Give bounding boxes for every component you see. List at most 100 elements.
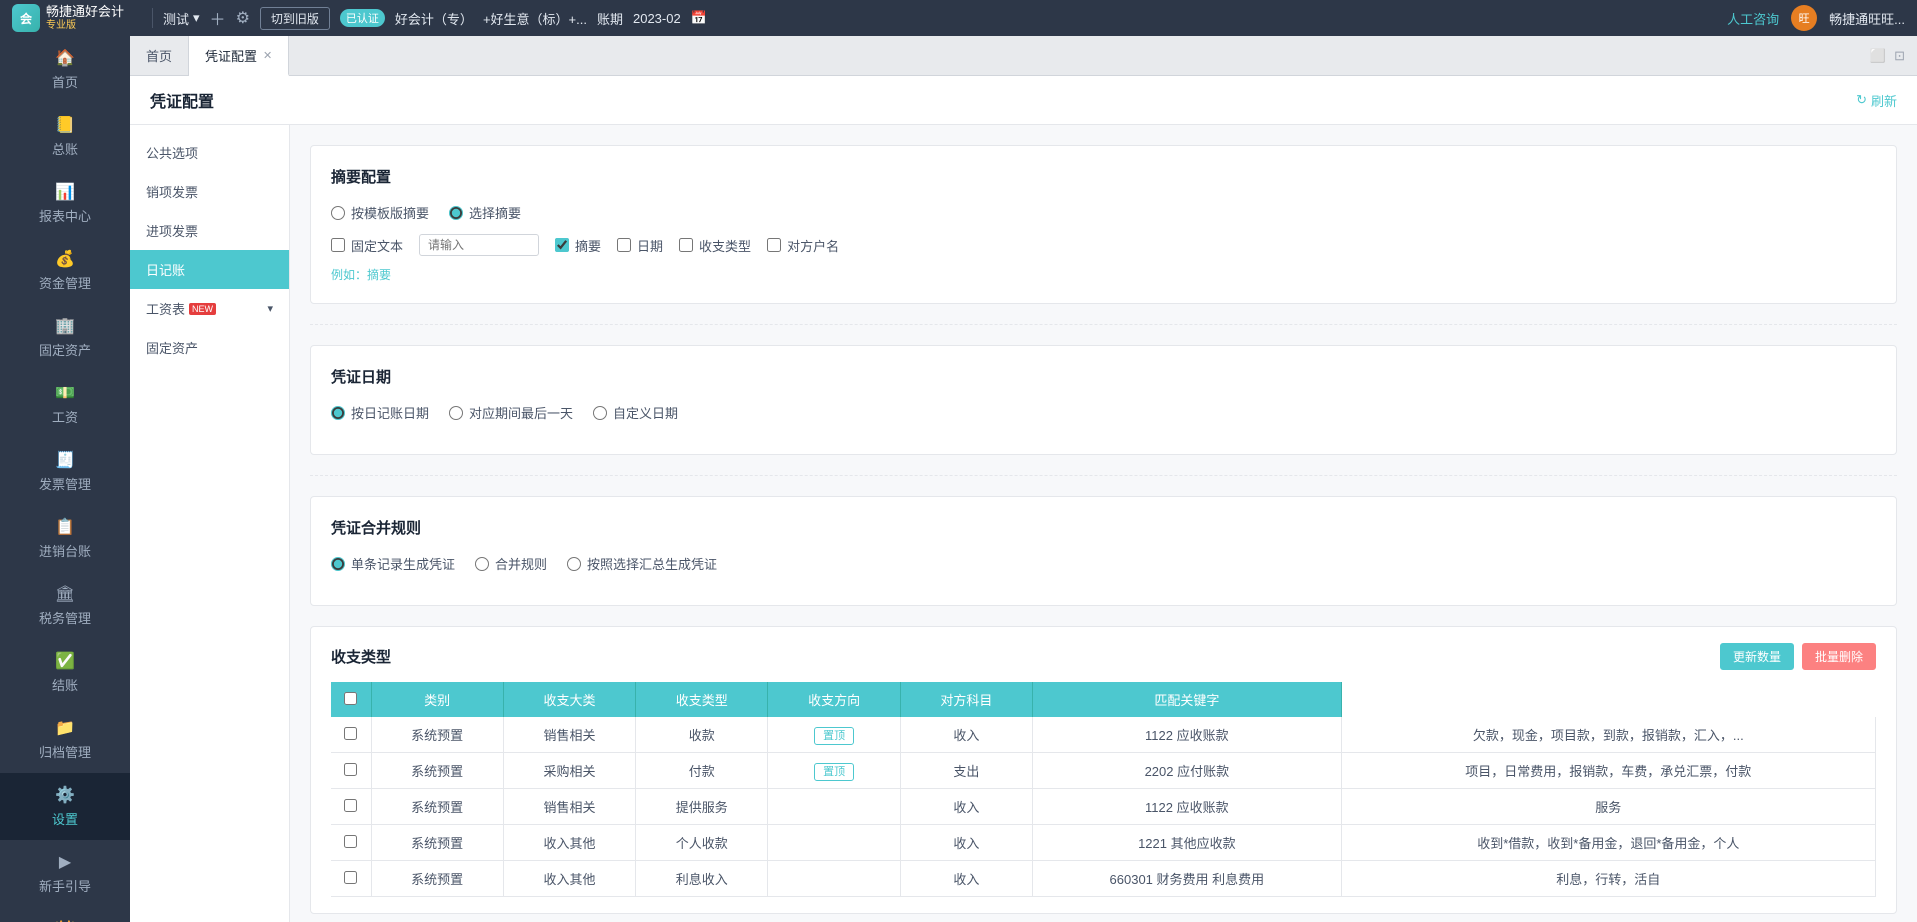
- fixed-text-input[interactable]: [419, 234, 539, 256]
- summary-generate-radio[interactable]: [567, 557, 581, 571]
- row-tag[interactable]: [768, 825, 900, 861]
- row-checkbox[interactable]: [331, 861, 371, 897]
- single-record-radio[interactable]: [331, 557, 345, 571]
- sidebar-item-funds[interactable]: 💰 资金管理: [0, 237, 130, 304]
- custom-date-option[interactable]: 自定义日期: [593, 403, 678, 422]
- table-row: 系统预置 收入其他 利息收入 收入 660301 财务费用 利息费用 利息，行转…: [331, 861, 1876, 897]
- select-all-checkbox[interactable]: [344, 692, 357, 705]
- period-value: 2023-02: [633, 11, 681, 26]
- add-icon[interactable]: ＋: [210, 6, 226, 30]
- sidebar-item-home[interactable]: 🏠 首页: [0, 36, 130, 103]
- counterparty-checkbox[interactable]: 对方户名: [767, 236, 839, 255]
- expense-type-checkbox[interactable]: 收支类型: [679, 236, 751, 255]
- row-keywords: 项目，日常费用，报销款，车费，承兑汇票，付款: [1341, 753, 1875, 789]
- table-row: 系统预置 销售相关 收款 置顶 收入 1122 应收账款 欠款，现金，项目款，到…: [331, 717, 1876, 753]
- sidebar-item-ledger[interactable]: 📒 总账: [0, 103, 130, 170]
- tab-close-icon[interactable]: ✕: [263, 49, 272, 62]
- user-name: 畅捷通旺旺...: [1829, 9, 1905, 28]
- sidebar-item-invoices[interactable]: 🧾 发票管理: [0, 438, 130, 505]
- switch-btn[interactable]: 切到旧版: [260, 7, 330, 30]
- counterparty-check[interactable]: [767, 238, 781, 252]
- tab-voucher-config[interactable]: 凭证配置 ✕: [189, 36, 289, 76]
- left-nav-fixed-assets[interactable]: 固定资产: [130, 328, 289, 367]
- row-type: 利息收入: [636, 861, 768, 897]
- th-category: 类别: [371, 682, 503, 717]
- sidebar-item-settings[interactable]: ⚙️ 设置: [0, 773, 130, 840]
- template-summary-option[interactable]: 按模板版摘要: [331, 203, 429, 222]
- select-summary-option[interactable]: 选择摘要: [449, 203, 521, 222]
- th-checkbox[interactable]: [331, 682, 371, 717]
- consult-label[interactable]: 人工咨询: [1727, 9, 1779, 28]
- voucher-date-title: 凭证日期: [331, 366, 1876, 387]
- salary-icon: 💵: [55, 383, 75, 403]
- date-check[interactable]: [617, 238, 631, 252]
- refresh-button[interactable]: ↻ 刷新: [1856, 91, 1897, 110]
- row-account: 1221 其他应收款: [1033, 825, 1342, 861]
- expense-type-check[interactable]: [679, 238, 693, 252]
- diary-date-radio[interactable]: [331, 406, 345, 420]
- sidebar-item-reports[interactable]: 📊 报表中心: [0, 170, 130, 237]
- row-big-type: 销售相关: [503, 717, 635, 753]
- fixed-text-checkbox[interactable]: 固定文本: [331, 236, 403, 255]
- summary-checkbox[interactable]: 摘要: [555, 236, 601, 255]
- settings-icon[interactable]: ⚙: [236, 8, 250, 28]
- merge-rules-section: 凭证合并规则 单条记录生成凭证 合并规则 按照选择汇总生成凭证: [310, 496, 1897, 606]
- row-checkbox[interactable]: [331, 753, 371, 789]
- tag-button[interactable]: 置顶: [814, 727, 854, 745]
- custom-date-radio[interactable]: [593, 406, 607, 420]
- income-expense-section: 收支类型 更新数量 批量删除 类别 收支大类 收支类型: [310, 626, 1897, 914]
- row-checkbox[interactable]: [331, 789, 371, 825]
- summary-check[interactable]: [555, 238, 569, 252]
- sidebar-item-salary[interactable]: 💵 工资: [0, 371, 130, 438]
- sidebar-item-close[interactable]: ✅ 结账: [0, 639, 130, 706]
- row-tag[interactable]: 置顶: [768, 753, 900, 789]
- row-keywords: 服务: [1341, 789, 1875, 825]
- row-tag[interactable]: [768, 789, 900, 825]
- merge-rules-title: 凭证合并规则: [331, 517, 1876, 538]
- chevron-down-icon: ▾: [267, 302, 273, 315]
- last-day-option[interactable]: 对应期间最后一天: [449, 403, 573, 422]
- select-summary-radio[interactable]: [449, 206, 463, 220]
- brand: 会 畅捷通好会计 专业版: [12, 4, 142, 32]
- row-big-type: 收入其他: [503, 861, 635, 897]
- row-keywords: 收到*借款，收到*备用金，退回*备用金，个人: [1341, 825, 1875, 861]
- fixed-text-check[interactable]: [331, 238, 345, 252]
- summary-generate-option[interactable]: 按照选择汇总生成凭证: [567, 554, 717, 573]
- left-nav-sales-invoice[interactable]: 销项发票: [130, 172, 289, 211]
- voucher-date-radio-group: 按日记账日期 对应期间最后一天 自定义日期: [331, 403, 1876, 422]
- row-tag[interactable]: [768, 861, 900, 897]
- close-books-icon: ✅: [55, 651, 75, 671]
- row-category: 系统预置: [371, 861, 503, 897]
- left-nav-purchase-invoice[interactable]: 进项发票: [130, 211, 289, 250]
- maximize-icon[interactable]: ⊡: [1894, 48, 1905, 64]
- sidebar-item-membership[interactable]: 👑 畅会员: [0, 907, 130, 922]
- left-nav-payroll[interactable]: 工资表 NEW ▾: [130, 289, 289, 328]
- tag-button[interactable]: 置顶: [814, 763, 854, 781]
- row-tag[interactable]: 置顶: [768, 717, 900, 753]
- merge-rule-radio[interactable]: [475, 557, 489, 571]
- minimize-icon[interactable]: ⬜: [1870, 48, 1886, 64]
- left-nav-diary[interactable]: 日记账: [130, 250, 289, 289]
- sidebar-item-guide[interactable]: ▶ 新手引导: [0, 840, 130, 907]
- date-checkbox[interactable]: 日期: [617, 236, 663, 255]
- single-record-option[interactable]: 单条记录生成凭证: [331, 554, 455, 573]
- sidebar-item-archive[interactable]: 📁 归档管理: [0, 706, 130, 773]
- test-item[interactable]: 测试 ▾: [163, 9, 200, 28]
- diary-date-option[interactable]: 按日记账日期: [331, 403, 429, 422]
- tab-home[interactable]: 首页: [130, 36, 189, 76]
- calendar-icon: 📅: [691, 10, 707, 26]
- last-day-radio[interactable]: [449, 406, 463, 420]
- row-checkbox[interactable]: [331, 825, 371, 861]
- row-type: 提供服务: [636, 789, 768, 825]
- income-expense-table: 类别 收支大类 收支类型 收支方向 对方科目 匹配关键字 系统预置 销售相关 收…: [331, 682, 1876, 897]
- merge-rule-option[interactable]: 合并规则: [475, 554, 547, 573]
- delete-btn[interactable]: 批量删除: [1802, 643, 1876, 670]
- update-btn[interactable]: 更新数量: [1720, 643, 1794, 670]
- sidebar-item-purchase-sales[interactable]: 📋 进销台账: [0, 505, 130, 572]
- inner-layout: 公共选项 销项发票 进项发票 日记账 工资表 NEW ▾ 固定资产: [130, 125, 1917, 922]
- left-nav-public[interactable]: 公共选项: [130, 133, 289, 172]
- sidebar-item-assets[interactable]: 🏢 固定资产: [0, 304, 130, 371]
- row-checkbox[interactable]: [331, 717, 371, 753]
- sidebar-item-tax[interactable]: 🏛 税务管理: [0, 572, 130, 639]
- template-summary-radio[interactable]: [331, 206, 345, 220]
